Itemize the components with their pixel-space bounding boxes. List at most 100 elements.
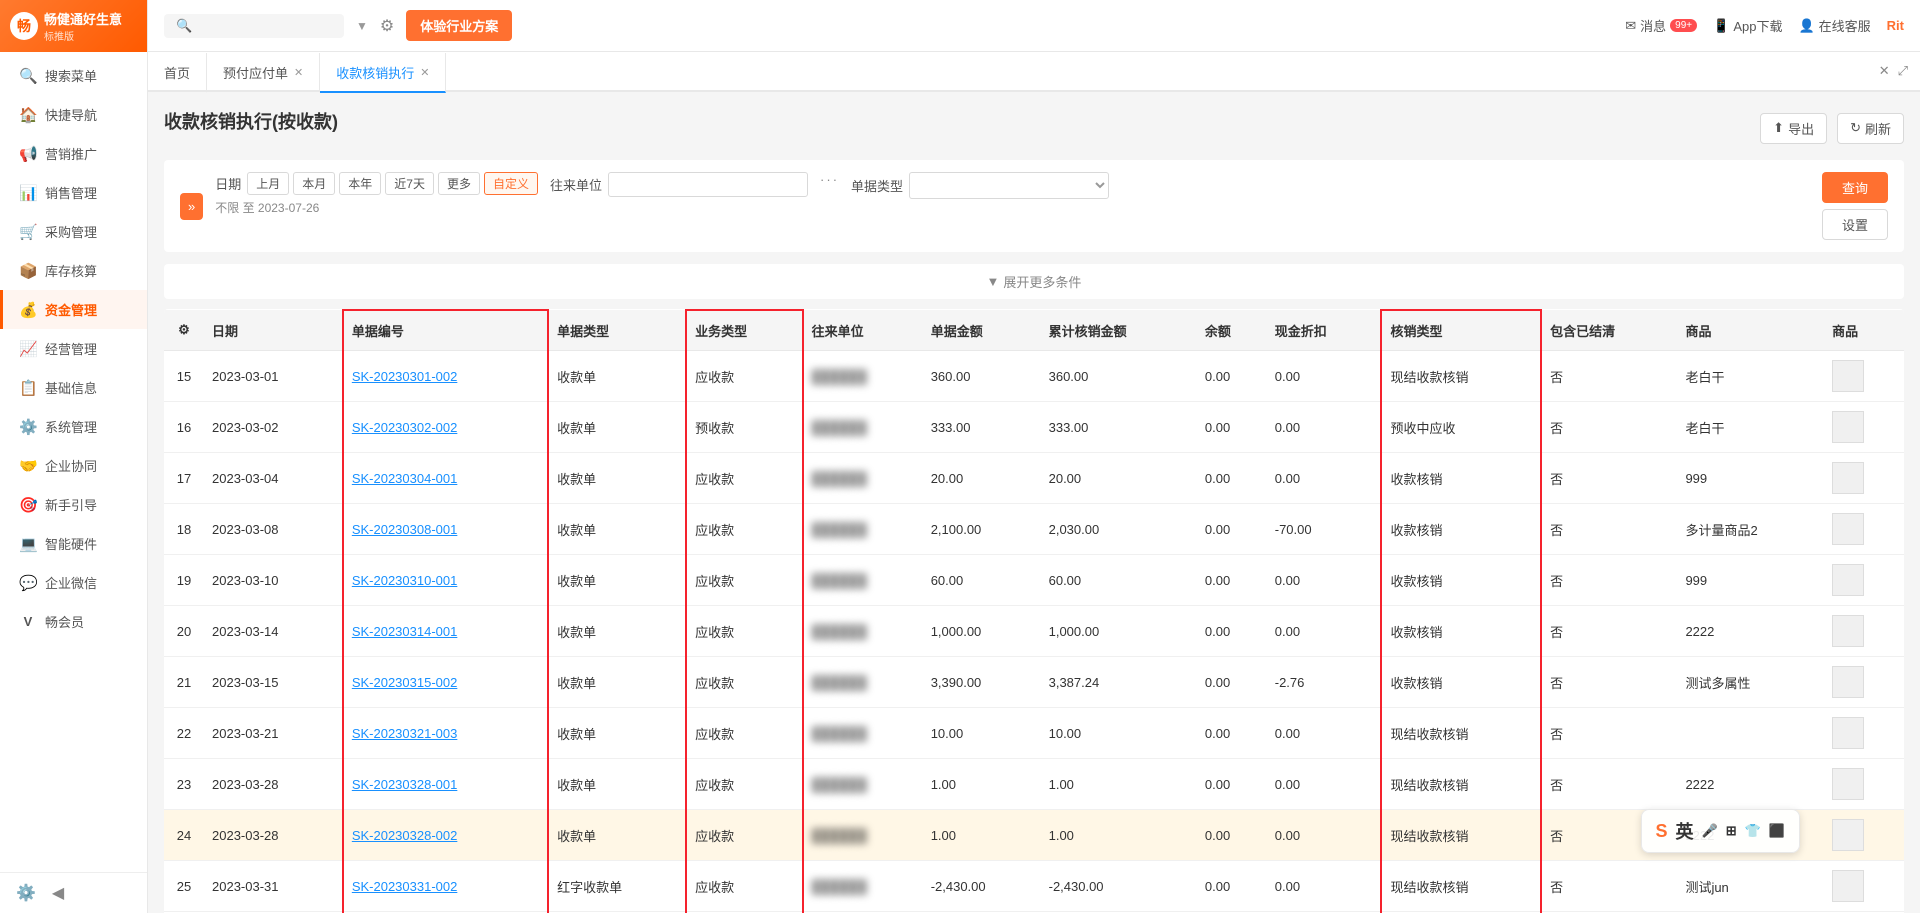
sidebar-item-guide[interactable]: 🎯 新手引导 — [0, 485, 147, 524]
col-goods-img: 商品 — [1824, 310, 1904, 351]
cell-include-settled: 否 — [1541, 606, 1677, 657]
table-row: 23 2023-03-28 SK-20230328-001 收款单 应收款 ██… — [164, 759, 1904, 810]
operation-icon: 📈 — [19, 340, 37, 358]
cell-biz-type: 应收款 — [686, 606, 802, 657]
user-avatar[interactable]: Rit — [1887, 18, 1904, 33]
close-icon[interactable]: ✕ — [294, 66, 303, 79]
export-icon: ⬆ — [1773, 120, 1784, 136]
last-month-btn[interactable]: 上月 — [247, 172, 289, 195]
cell-cash-discount: -70.00 — [1267, 504, 1382, 555]
maximize-icon[interactable]: ⤢ — [1898, 63, 1908, 79]
cell-biz-type: 应收款 — [686, 453, 802, 504]
cell-write-off-type: 收款核销 — [1381, 555, 1541, 606]
wechat-icon: 💬 — [19, 574, 37, 592]
sidebar-item-purchase[interactable]: 🛒 采购管理 — [0, 212, 147, 251]
sidebar-item-quicknav[interactable]: 🏠 快捷导航 — [0, 95, 147, 134]
user-text: Rit — [1887, 18, 1904, 33]
cell-balance: 0.00 — [1197, 351, 1267, 402]
tab-collection[interactable]: 收款核销执行 ✕ — [320, 53, 446, 93]
sidebar-item-wechat[interactable]: 💬 企业微信 — [0, 563, 147, 602]
cell-cash-discount: 0.00 — [1267, 810, 1382, 861]
collection-tab-label: 收款核销执行 — [336, 63, 414, 82]
doc-type-select[interactable] — [909, 172, 1109, 199]
cell-balance: 0.00 — [1197, 453, 1267, 504]
table-row: 21 2023-03-15 SK-20230315-002 收款单 应收款 ██… — [164, 657, 1904, 708]
watermark-text: 英 — [1676, 818, 1694, 844]
table-row: 20 2023-03-14 SK-20230314-001 收款单 应收款 ██… — [164, 606, 1904, 657]
cell-doc-type: 收款单 — [548, 453, 686, 504]
this-month-btn[interactable]: 本月 — [293, 172, 335, 195]
this-year-btn[interactable]: 本年 — [339, 172, 381, 195]
cell-biz-type: 应收款 — [686, 351, 802, 402]
cell-date: 2023-03-28 — [204, 810, 343, 861]
watermark-overlay: S 英 🎤 ⊞ 👕 ⬛ — [1641, 809, 1800, 853]
cell-balance: 0.00 — [1197, 606, 1267, 657]
message-button[interactable]: ✉ 消息 99+ — [1625, 16, 1697, 35]
query-button[interactable]: 查询 — [1822, 172, 1888, 203]
sidebar-item-enterprise[interactable]: 🤝 企业协同 — [0, 446, 147, 485]
sidebar-item-inventory[interactable]: 📦 库存核算 — [0, 251, 147, 290]
cell-cum-write-off: -2,430.00 — [1041, 861, 1197, 912]
cell-doc-type: 收款单 — [548, 657, 686, 708]
tab-home[interactable]: 首页 — [148, 53, 207, 93]
col-balance: 余额 — [1197, 310, 1267, 351]
service-icon: 👤 — [1798, 18, 1814, 34]
sidebar-item-finance[interactable]: 💰 资金管理 — [0, 290, 147, 329]
cell-partner: ██████ — [803, 606, 923, 657]
finance-icon: 💰 — [19, 301, 37, 319]
close-all-icon[interactable]: ✕ — [1879, 63, 1890, 79]
cell-partner: ██████ — [803, 351, 923, 402]
refresh-button[interactable]: ↻ 刷新 — [1837, 113, 1904, 144]
sidebar-item-hardware[interactable]: 💻 智能硬件 — [0, 524, 147, 563]
partner-filter-label: 往来单位 — [550, 175, 602, 194]
date-filter-label: 日期 — [215, 174, 241, 193]
cell-balance: 0.00 — [1197, 555, 1267, 606]
more-date-btn[interactable]: 更多 — [438, 172, 480, 195]
app-download-button[interactable]: 📱 App下载 — [1713, 16, 1782, 35]
filter-expand-button[interactable]: » — [180, 193, 203, 220]
settings-icon[interactable]: ⚙️ — [16, 883, 36, 903]
refresh-icon: ↻ — [1850, 120, 1861, 136]
sidebar-item-label: 畅会员 — [45, 612, 84, 631]
sidebar-item-label: 资金管理 — [45, 300, 97, 319]
col-cash-discount: 现金折扣 — [1267, 310, 1382, 351]
custom-date-btn[interactable]: 自定义 — [484, 172, 538, 195]
online-service-button[interactable]: 👤 在线客服 — [1798, 16, 1870, 35]
sidebar-item-label: 系统管理 — [45, 417, 97, 436]
cell-cum-write-off: 360.00 — [1041, 351, 1197, 402]
cell-cash-discount: -2.76 — [1267, 657, 1382, 708]
sidebar-item-member[interactable]: V 畅会员 — [0, 602, 147, 641]
sidebar-item-operation[interactable]: 📈 经营管理 — [0, 329, 147, 368]
collapse-icon[interactable]: ◀ — [52, 883, 64, 903]
tab-prepay[interactable]: 预付应付单 ✕ — [207, 53, 320, 93]
sidebar-item-basic[interactable]: 📋 基础信息 — [0, 368, 147, 407]
cell-idx: 19 — [164, 555, 204, 606]
export-button[interactable]: ⬆ 导出 — [1760, 113, 1827, 144]
guide-icon: 🎯 — [19, 496, 37, 514]
cell-amount: -2,430.00 — [923, 861, 1041, 912]
topbar-search[interactable]: 🔍 — [164, 14, 344, 38]
sidebar-item-system[interactable]: ⚙️ 系统管理 — [0, 407, 147, 446]
cell-goods-img — [1824, 453, 1904, 504]
partner-input[interactable] — [608, 172, 808, 197]
sidebar-item-marketing[interactable]: 📢 营销推广 — [0, 134, 147, 173]
gear-icon[interactable]: ⚙ — [380, 16, 394, 36]
cell-goods: 多计量商品2 — [1677, 504, 1824, 555]
setting-button[interactable]: 设置 — [1822, 209, 1888, 240]
sidebar-item-sales[interactable]: 📊 销售管理 — [0, 173, 147, 212]
cell-date: 2023-03-10 — [204, 555, 343, 606]
last-7-days-btn[interactable]: 近7天 — [385, 172, 434, 195]
cell-cum-write-off: 60.00 — [1041, 555, 1197, 606]
cell-partner: ██████ — [803, 504, 923, 555]
cell-goods: 999 — [1677, 555, 1824, 606]
cell-idx: 25 — [164, 861, 204, 912]
expand-more-button[interactable]: ▼ 展开更多条件 — [164, 268, 1904, 295]
table-row: 22 2023-03-21 SK-20230321-003 收款单 应收款 ██… — [164, 708, 1904, 759]
cell-goods-img — [1824, 606, 1904, 657]
cell-date: 2023-03-21 — [204, 708, 343, 759]
close-icon[interactable]: ✕ — [420, 66, 429, 79]
cell-doc-no: SK-20230315-002 — [343, 657, 548, 708]
sidebar-item-search[interactable]: 🔍 搜索菜单 — [0, 56, 147, 95]
solution-button[interactable]: 体验行业方案 — [406, 10, 512, 41]
filter-ellipsis: ··· — [820, 172, 839, 187]
